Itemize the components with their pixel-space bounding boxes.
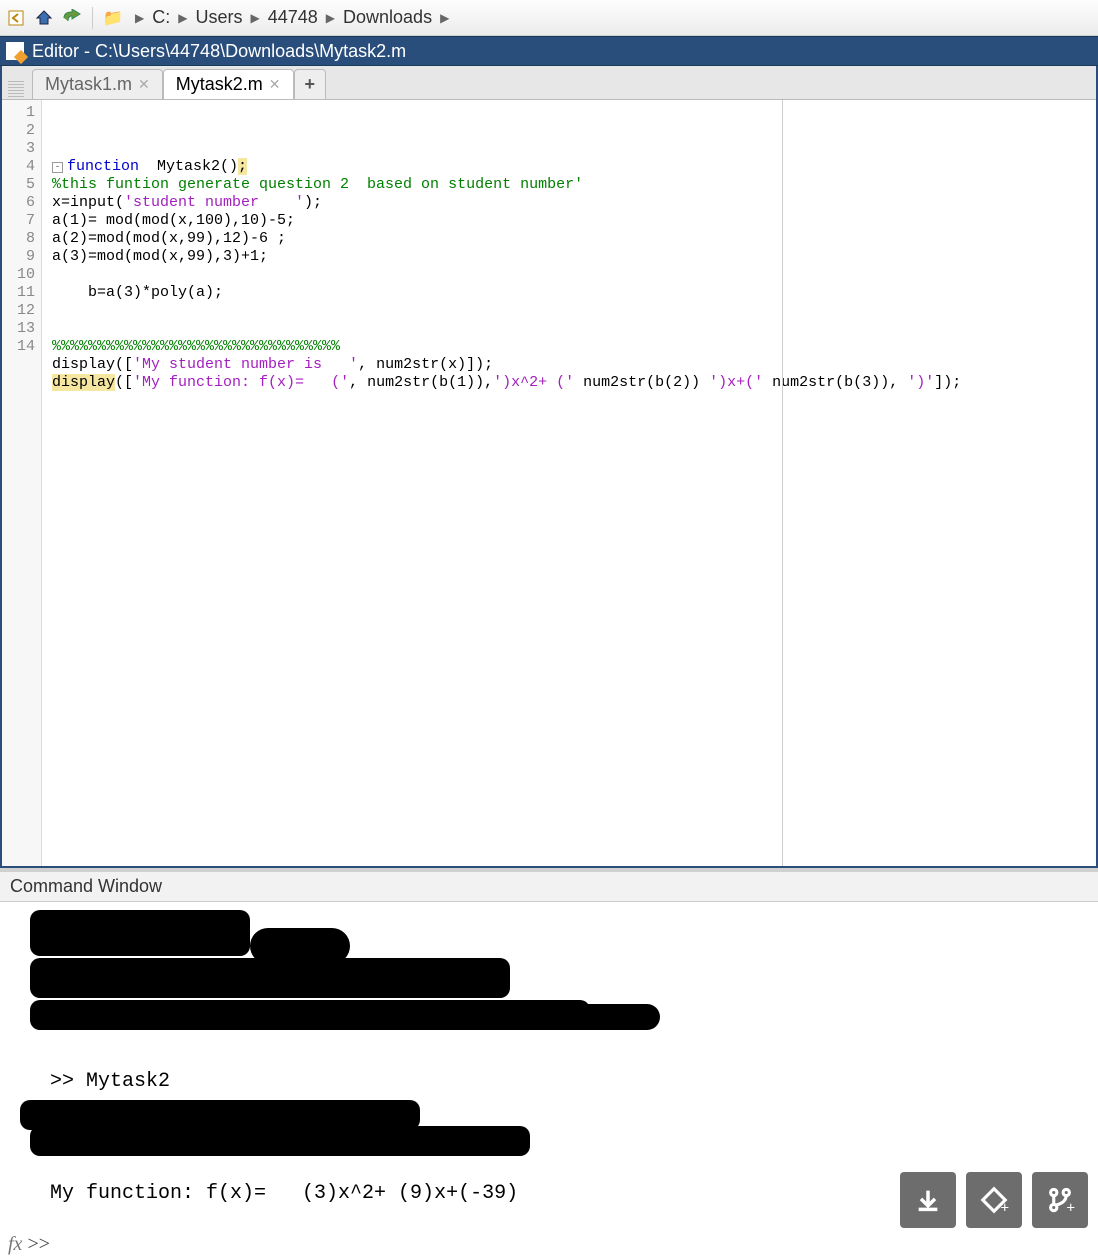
folder-icon[interactable] [101, 6, 125, 30]
code-editor[interactable]: 1234567891011121314 -function Mytask2();… [2, 100, 1096, 866]
code-line[interactable]: b=a(3)*poly(a); [52, 284, 1096, 302]
code-line[interactable]: x=input('student number '); [52, 194, 1096, 212]
code-line[interactable] [52, 320, 1096, 338]
code-line[interactable]: a(2)=mod(mod(x,99),12)-6 ; [52, 230, 1096, 248]
breadcrumb-segment[interactable]: C: [152, 7, 170, 28]
chevron-right-icon: ▶ [129, 11, 150, 25]
command-window-title: Command Window [0, 872, 1098, 902]
code-content[interactable]: -function Mytask2();%this funtion genera… [42, 100, 1096, 866]
fx-prompt-icon[interactable]: fx >> [8, 1233, 50, 1256]
print-margin-line [782, 100, 783, 866]
tab-mytask1[interactable]: Mytask1.m ✕ [32, 69, 163, 99]
code-line[interactable]: -function Mytask2(); [52, 158, 1096, 176]
code-line[interactable]: a(3)=mod(mod(x,99),3)+1; [52, 248, 1096, 266]
download-button[interactable] [900, 1172, 956, 1228]
breadcrumb-segment[interactable]: Downloads [343, 7, 432, 28]
breadcrumb[interactable]: ▶ C: ▶ Users ▶ 44748 ▶ Downloads ▶ [129, 7, 455, 28]
address-toolbar: ▶ C: ▶ Users ▶ 44748 ▶ Downloads ▶ [0, 0, 1098, 36]
nav-home-button[interactable] [32, 6, 56, 30]
redacted-block [30, 958, 510, 998]
command-prompt-line: >> Mytask2 [50, 1070, 170, 1093]
tab-label: Mytask2.m [176, 74, 263, 95]
nav-back-button[interactable] [4, 6, 28, 30]
command-output-line: My function: f(x)= (3)x^2+ (9)x+(-39) [50, 1182, 518, 1205]
code-line[interactable] [52, 392, 1096, 410]
tab-mytask2[interactable]: Mytask2.m ✕ [163, 69, 294, 99]
add-branch-button[interactable]: + [1032, 1172, 1088, 1228]
code-line[interactable]: display(['My student number is ', num2st… [52, 356, 1096, 374]
chevron-right-icon: ▶ [244, 11, 265, 25]
code-line[interactable]: display(['My function: f(x)= (', num2str… [52, 374, 1096, 392]
redacted-block [30, 910, 250, 956]
editor-title: Editor - C:\Users\44748\Downloads\Mytask… [32, 41, 406, 62]
code-line[interactable]: %this funtion generate question 2 based … [52, 176, 1096, 194]
command-window: Command Window >> Mytask2 My function: f… [0, 868, 1098, 1258]
svg-text:+: + [1066, 1201, 1075, 1216]
redacted-block [560, 1004, 660, 1030]
code-line[interactable]: a(1)= mod(mod(x,100),10)-5; [52, 212, 1096, 230]
chevron-right-icon: ▶ [320, 11, 341, 25]
redacted-block [30, 1000, 590, 1030]
editor-tabstrip: Mytask1.m ✕ Mytask2.m ✕ + [2, 66, 1096, 100]
fold-icon[interactable]: - [52, 162, 63, 173]
tab-label: Mytask1.m [45, 74, 132, 95]
redacted-block [30, 1126, 530, 1156]
code-line[interactable] [52, 302, 1096, 320]
chevron-right-icon: ▶ [434, 11, 455, 25]
toolbar-separator [92, 7, 93, 29]
code-line[interactable]: %%%%%%%%%%%%%%%%%%%%%%%%%%%%%%%% [52, 338, 1096, 356]
add-layer-button[interactable]: + [966, 1172, 1022, 1228]
close-icon[interactable]: ✕ [138, 76, 150, 93]
svg-text:+: + [1000, 1201, 1009, 1216]
floating-action-buttons: + + [900, 1172, 1088, 1228]
new-tab-button[interactable]: + [294, 69, 327, 99]
editor-icon [6, 42, 24, 60]
line-number-gutter: 1234567891011121314 [2, 100, 42, 866]
close-icon[interactable]: ✕ [269, 76, 281, 93]
breadcrumb-segment[interactable]: Users [195, 7, 242, 28]
nav-forward-button[interactable] [60, 6, 84, 30]
tabstrip-grip[interactable] [8, 81, 24, 99]
code-line[interactable] [52, 266, 1096, 284]
editor-frame: Mytask1.m ✕ Mytask2.m ✕ + 12345678910111… [0, 66, 1098, 868]
chevron-right-icon: ▶ [172, 11, 193, 25]
command-window-body[interactable]: >> Mytask2 My function: f(x)= (3)x^2+ (9… [0, 902, 1098, 1258]
editor-titlebar: Editor - C:\Users\44748\Downloads\Mytask… [0, 36, 1098, 66]
breadcrumb-segment[interactable]: 44748 [268, 7, 318, 28]
